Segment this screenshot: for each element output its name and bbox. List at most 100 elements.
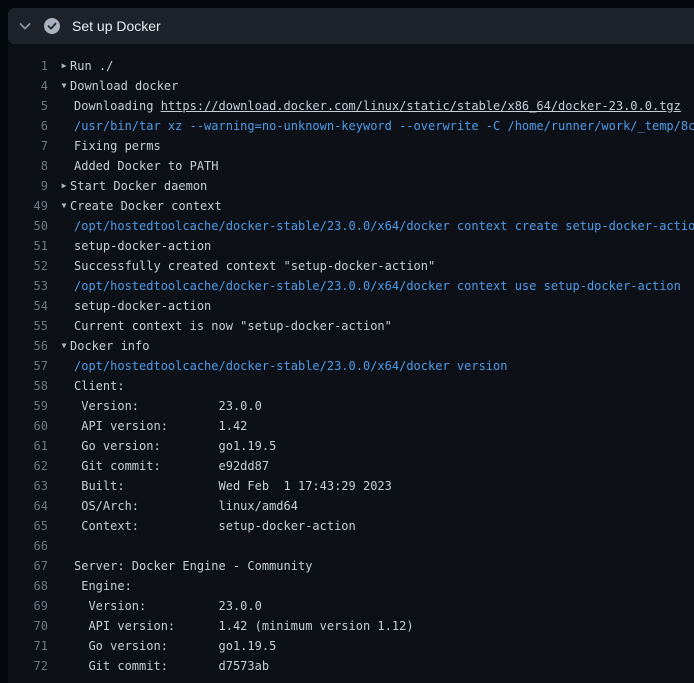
log-line: 59 Version: 23.0.0	[8, 396, 694, 416]
line-number[interactable]: 1	[8, 56, 48, 76]
triangle-right-icon[interactable]: ▶	[58, 56, 70, 76]
line-number[interactable]: 51	[8, 236, 48, 256]
log-line: 8 Added Docker to PATH	[8, 156, 694, 176]
log-line: 69 Version: 23.0.0	[8, 596, 694, 616]
log-line: 50/opt/hostedtoolcache/docker-stable/23.…	[8, 216, 694, 236]
log-line: 52 Successfully created context "setup-do…	[8, 256, 694, 276]
log-text: API version: 1.42	[74, 416, 247, 436]
check-circle-icon	[44, 18, 60, 34]
log-text: Built: Wed Feb 1 17:43:29 2023	[74, 476, 392, 496]
line-number[interactable]: 61	[8, 436, 48, 456]
log-text: Version: 23.0.0	[74, 596, 262, 616]
log-text: Downloading https://download.docker.com/…	[74, 96, 681, 116]
line-number[interactable]: 69	[8, 596, 48, 616]
log-text: API version: 1.42 (minimum version 1.12)	[74, 616, 414, 636]
log-line: 9 ▶Start Docker daemon	[8, 176, 694, 196]
log-container: 1▶Run ./4▼Download docker5Downloading ht…	[8, 44, 694, 683]
log-line: 64 OS/Arch: linux/amd64	[8, 496, 694, 516]
line-number[interactable]: 58	[8, 376, 48, 396]
line-number[interactable]: 54	[8, 296, 48, 316]
chevron-down-icon	[17, 18, 33, 34]
line-number[interactable]: 53	[8, 276, 48, 296]
log-text: setup-docker-action	[74, 296, 211, 316]
log-text: Go version: go1.19.5	[74, 636, 276, 656]
log-line: 71 Go version: go1.19.5	[8, 636, 694, 656]
line-number[interactable]: 49	[8, 196, 48, 216]
step-title: Set up Docker	[72, 18, 161, 34]
command-text: /opt/hostedtoolcache/docker-stable/23.0.…	[74, 216, 694, 236]
line-number[interactable]: 7	[8, 136, 48, 156]
log-line: 6/usr/bin/tar xz --warning=no-unknown-ke…	[8, 116, 694, 136]
collapse-step-button[interactable]	[16, 17, 34, 35]
group-title[interactable]: Download docker	[70, 76, 178, 96]
command-text: /opt/hostedtoolcache/docker-stable/23.0.…	[74, 356, 507, 376]
log-line: 56 ▼Docker info	[8, 336, 694, 356]
line-number[interactable]: 64	[8, 496, 48, 516]
log-line: 67 Server: Docker Engine - Community	[8, 556, 694, 576]
log-text: Engine:	[74, 576, 132, 596]
line-number[interactable]: 65	[8, 516, 48, 536]
triangle-right-icon[interactable]: ▶	[58, 176, 70, 196]
log-link[interactable]: https://download.docker.com/linux/static…	[161, 99, 681, 113]
log-text: setup-docker-action	[74, 236, 211, 256]
line-number[interactable]: 52	[8, 256, 48, 276]
log-text-prefix: Downloading	[74, 99, 161, 113]
log-line: 58Client:	[8, 376, 694, 396]
log-text: Go version: go1.19.5	[74, 436, 276, 456]
log-line: 54 setup-docker-action	[8, 296, 694, 316]
line-number[interactable]: 55	[8, 316, 48, 336]
group-title[interactable]: Docker info	[70, 336, 149, 356]
log-line: 63 Built: Wed Feb 1 17:43:29 2023	[8, 476, 694, 496]
log-text: Git commit: e92dd87	[74, 456, 269, 476]
line-number[interactable]: 4	[8, 76, 48, 96]
log-line: 57/opt/hostedtoolcache/docker-stable/23.…	[8, 356, 694, 376]
log-line: 61 Go version: go1.19.5	[8, 436, 694, 456]
line-number[interactable]: 57	[8, 356, 48, 376]
line-number[interactable]: 68	[8, 576, 48, 596]
log-text: Added Docker to PATH	[74, 156, 219, 176]
log-text: Fixing perms	[74, 136, 161, 156]
triangle-down-icon[interactable]: ▼	[58, 196, 70, 216]
line-number[interactable]: 9	[8, 176, 48, 196]
log-line: 72 Git commit: d7573ab	[8, 656, 694, 676]
line-number[interactable]: 59	[8, 396, 48, 416]
log-line: 70 API version: 1.42 (minimum version 1.…	[8, 616, 694, 636]
log-line: 65 Context: setup-docker-action	[8, 516, 694, 536]
log-line: 4 ▼Download docker	[8, 76, 694, 96]
log-line: 55 Current context is now "setup-docker-a…	[8, 316, 694, 336]
command-text: /usr/bin/tar xz --warning=no-unknown-key…	[74, 116, 694, 136]
log-text: Git commit: d7573ab	[74, 656, 269, 676]
line-number[interactable]: 71	[8, 636, 48, 656]
step-header[interactable]: Set up Docker	[8, 8, 694, 44]
line-number[interactable]: 67	[8, 556, 48, 576]
group-title[interactable]: Start Docker daemon	[70, 176, 207, 196]
triangle-down-icon[interactable]: ▼	[58, 336, 70, 356]
command-text: /opt/hostedtoolcache/docker-stable/23.0.…	[74, 276, 681, 296]
log-line: 49 ▼Create Docker context	[8, 196, 694, 216]
line-number[interactable]: 5	[8, 96, 48, 116]
log-line: 60 API version: 1.42	[8, 416, 694, 436]
log-line: 68 Engine:	[8, 576, 694, 596]
line-number[interactable]: 66	[8, 536, 48, 556]
group-title[interactable]: Create Docker context	[70, 196, 222, 216]
log-text: Successfully created context "setup-dock…	[74, 256, 435, 276]
line-number[interactable]: 6	[8, 116, 48, 136]
line-number[interactable]: 72	[8, 656, 48, 676]
log-text: Current context is now "setup-docker-act…	[74, 316, 392, 336]
line-number[interactable]: 8	[8, 156, 48, 176]
line-number[interactable]: 63	[8, 476, 48, 496]
log-line: 1 ▶Run ./	[8, 56, 694, 76]
log-line: 62 Git commit: e92dd87	[8, 456, 694, 476]
line-number[interactable]: 56	[8, 336, 48, 356]
log-text: OS/Arch: linux/amd64	[74, 496, 298, 516]
log-text: Server: Docker Engine - Community	[74, 556, 312, 576]
line-number[interactable]: 60	[8, 416, 48, 436]
log-line: 53/opt/hostedtoolcache/docker-stable/23.…	[8, 276, 694, 296]
log-line: 7 Fixing perms	[8, 136, 694, 156]
group-title[interactable]: Run ./	[70, 56, 113, 76]
line-number[interactable]: 62	[8, 456, 48, 476]
line-number[interactable]: 70	[8, 616, 48, 636]
log-text: Context: setup-docker-action	[74, 516, 356, 536]
line-number[interactable]: 50	[8, 216, 48, 236]
triangle-down-icon[interactable]: ▼	[58, 76, 70, 96]
